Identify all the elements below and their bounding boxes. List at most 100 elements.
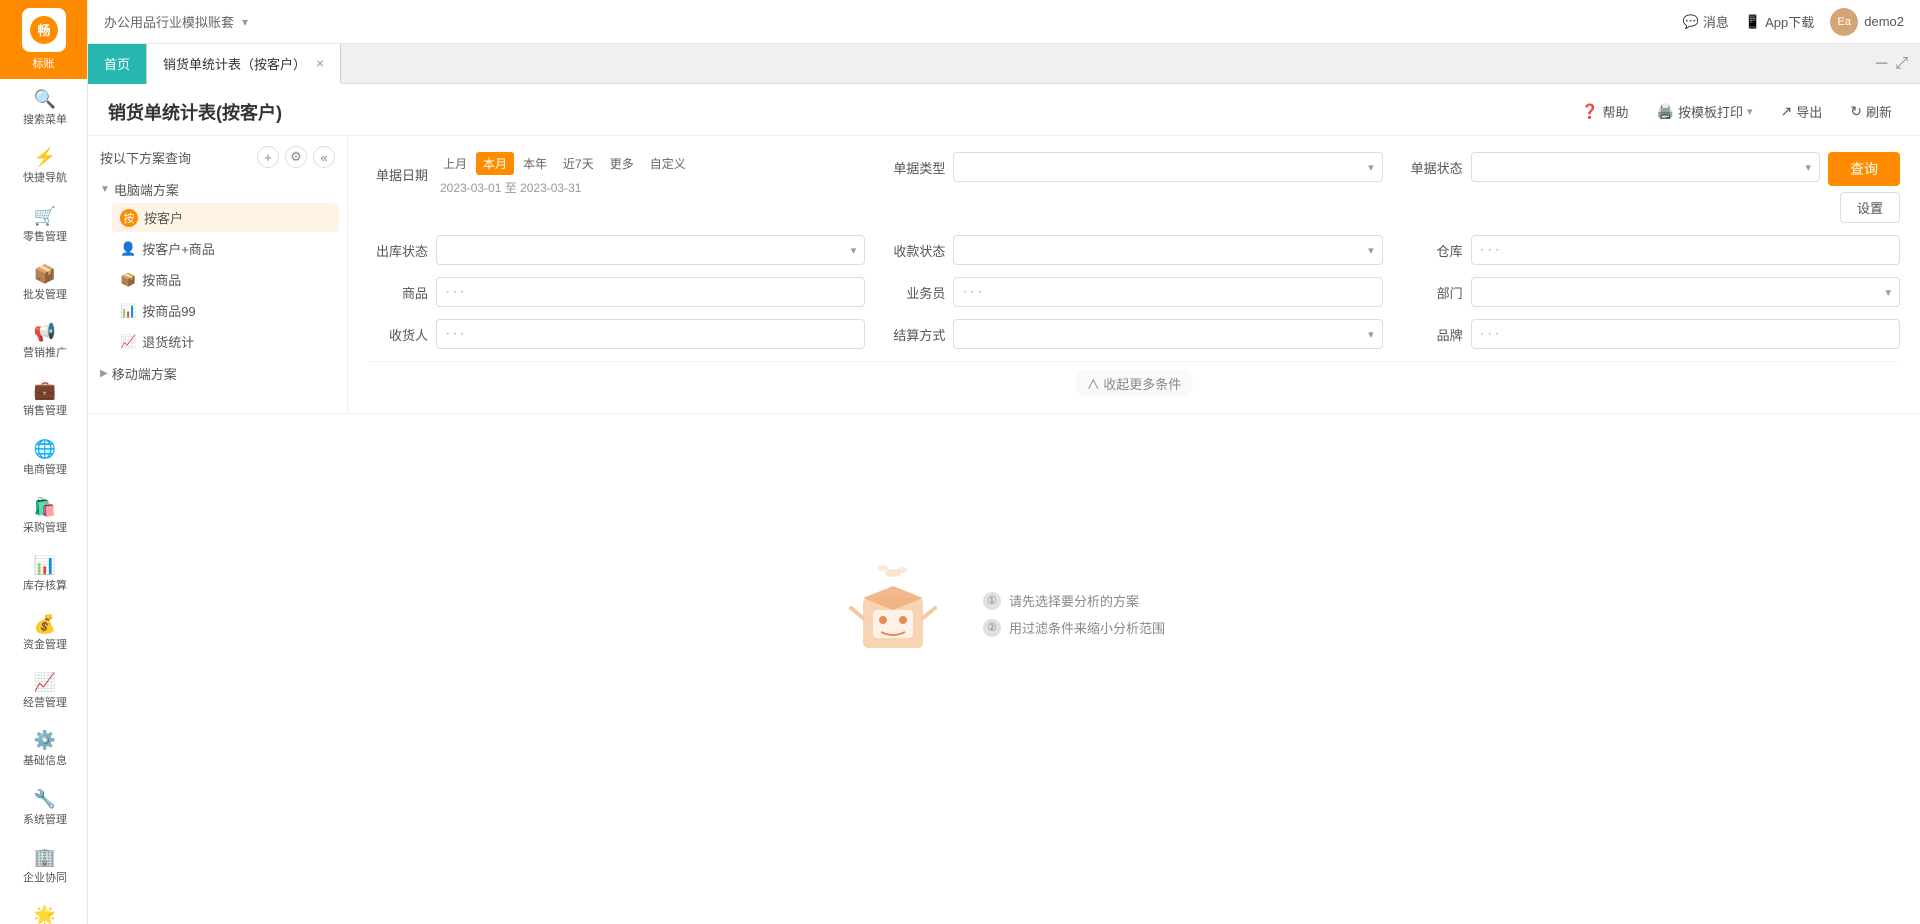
purchase-icon: 🛍️ (34, 497, 56, 518)
sidebar-item-label: 经营管理 (23, 696, 67, 710)
scheme-item-label: 按商品 (142, 270, 181, 289)
filter-control-salesperson[interactable]: ··· (953, 277, 1382, 307)
user-area[interactable]: Ea demo2 (1830, 8, 1904, 36)
message-button[interactable]: 💬 消息 (1683, 12, 1729, 31)
sidebar-item-label: 营销推广 (23, 346, 67, 360)
filter-control-receiver[interactable]: ··· (436, 319, 865, 349)
scheme-add-button[interactable]: + (257, 146, 279, 168)
sidebar-navigation: 🔍 搜索菜单 ⚡ 快捷导航 🛒 零售管理 📦 批发管理 📢 营销推广 💼 销售管… (0, 79, 87, 924)
scheme-item-customer[interactable]: 按 按客户 (112, 203, 339, 232)
sidebar-item-quicknav[interactable]: ⚡ 快捷导航 (0, 137, 87, 195)
scheme-item-label: 按客户 (144, 208, 183, 227)
sidebar-item-marketing[interactable]: 📢 营销推广 (0, 312, 87, 370)
filter-field-receiver: 收货人 ··· (368, 319, 865, 349)
retail-icon: 🛒 (34, 206, 56, 227)
filter-control-receive-status[interactable]: ▾ (953, 235, 1382, 265)
filter-label-goods: 商品 (368, 283, 428, 302)
page-actions: ❓ 帮助 🖨️ 按模板打印 ▾ ↗ 导出 ↻ 刷新 (1573, 98, 1900, 125)
tab-maximize-icon[interactable]: ⤢ (1895, 55, 1908, 73)
scheme-settings-button[interactable]: ⚙ (285, 146, 307, 168)
receive-status-chevron: ▾ (1368, 244, 1374, 257)
filter-control-doc-status[interactable]: ▾ (1471, 152, 1820, 182)
sidebar-item-enterprise[interactable]: 🏢 企业协同 (0, 837, 87, 895)
main-wrapper: 办公用品行业模拟账套 ▾ 💬 消息 📱 App下载 Ea demo2 首页 (88, 0, 1920, 924)
collapse-button[interactable]: ∧ 收起更多条件 (1075, 370, 1194, 397)
help-button[interactable]: ❓ 帮助 (1573, 98, 1636, 125)
sidebar-item-label: 快捷导航 (23, 171, 67, 185)
filter-control-settlement[interactable]: ▾ (953, 319, 1382, 349)
scheme-collapse-button[interactable]: « (313, 146, 335, 168)
sidebar-item-label: 资金管理 (23, 638, 67, 652)
date-tab-this-year[interactable]: 本年 (516, 152, 554, 175)
sidebar-item-inventory[interactable]: 📊 库存核算 (0, 545, 87, 603)
filter-field-warehouse: 仓库 ··· (1403, 235, 1900, 265)
tab-close-icon[interactable]: × (316, 55, 324, 71)
print-dropdown-icon[interactable]: ▾ (1747, 105, 1753, 118)
filter-field-doc-status: 单据状态 ▾ (1403, 152, 1820, 182)
filter-label-receiver: 收货人 (368, 325, 428, 344)
app-download-button[interactable]: 📱 App下载 (1745, 12, 1814, 31)
content-area: ① 请先选择要分析的方案 ② 用过滤条件来缩小分析范围 (88, 414, 1920, 814)
tab-minimize-icon[interactable]: ─ (1876, 55, 1887, 73)
page-content: 销货单统计表(按客户) ❓ 帮助 🖨️ 按模板打印 ▾ ↗ 导出 ↻ 刷新 (88, 84, 1920, 924)
scheme-item-icon: 📦 (120, 272, 136, 288)
filter-panel: 单据日期 上月 本月 本年 近7天 更多 自定义 (348, 136, 1920, 413)
date-tab-custom[interactable]: 自定义 (643, 152, 693, 175)
filter-control-warehouse[interactable]: ··· (1471, 235, 1900, 265)
tab-home[interactable]: 首页 (88, 44, 147, 84)
sidebar-item-wholesale[interactable]: 📦 批发管理 (0, 254, 87, 312)
newbie-icon: 🌟 (34, 905, 56, 924)
sidebar-item-search[interactable]: 🔍 搜索菜单 (0, 79, 87, 137)
refresh-button[interactable]: ↻ 刷新 (1842, 98, 1900, 125)
logo-area[interactable]: 畅 标账 (0, 0, 87, 79)
topbar: 办公用品行业模拟账套 ▾ 💬 消息 📱 App下载 Ea demo2 (88, 0, 1920, 44)
filter-label-department: 部门 (1403, 283, 1463, 302)
date-tab-7days[interactable]: 近7天 (556, 152, 601, 175)
sidebar-item-sales[interactable]: 💼 销售管理 (0, 370, 87, 428)
scheme-group-header-desktop[interactable]: ▼ 电脑端方案 (96, 176, 339, 203)
message-label: 消息 (1703, 12, 1729, 31)
date-tab-this-month[interactable]: 本月 (476, 152, 514, 175)
sidebar-item-purchase[interactable]: 🛍️ 采购管理 (0, 487, 87, 545)
sidebar: 畅 标账 🔍 搜索菜单 ⚡ 快捷导航 🛒 零售管理 📦 批发管理 📢 营销推广 … (0, 0, 88, 924)
date-tabs: 上月 本月 本年 近7天 更多 自定义 (436, 152, 693, 175)
scheme-item-returns[interactable]: 📈 退货统计 (112, 327, 339, 356)
receiver-dots: ··· (445, 325, 467, 343)
filter-label-doc-status: 单据状态 (1403, 158, 1463, 177)
sidebar-item-basic[interactable]: ⚙️ 基础信息 (0, 720, 87, 778)
print-button[interactable]: 🖨️ 按模板打印 ▾ (1649, 98, 1761, 125)
date-tab-last-month[interactable]: 上月 (436, 152, 474, 175)
sidebar-item-ecommerce[interactable]: 🌐 电商管理 (0, 429, 87, 487)
sidebar-item-newbie[interactable]: 🌟 新手引导 (0, 895, 87, 924)
system-icon: 🔧 (34, 789, 56, 810)
topbar-dropdown-icon[interactable]: ▾ (242, 15, 248, 29)
sidebar-item-finance[interactable]: 💰 资金管理 (0, 604, 87, 662)
query-button[interactable]: 查询 (1828, 152, 1900, 186)
filter-control-doc-type[interactable]: ▾ (953, 152, 1382, 182)
sidebar-item-label: 基础信息 (23, 754, 67, 768)
export-button[interactable]: ↗ 导出 (1773, 98, 1831, 125)
setting-button[interactable]: 设置 (1840, 192, 1900, 223)
ecommerce-icon: 🌐 (34, 439, 56, 460)
sidebar-item-system[interactable]: 🔧 系统管理 (0, 779, 87, 837)
sales-stats-tab-label: 销货单统计表（按客户） (163, 54, 306, 73)
scheme-item-icon: 📈 (120, 334, 136, 350)
scheme-item-goods99[interactable]: 📊 按商品99 (112, 296, 339, 325)
filter-control-department[interactable]: ▾ (1471, 277, 1900, 307)
user-name: demo2 (1864, 14, 1904, 29)
sidebar-item-label: 销售管理 (23, 404, 67, 418)
scheme-item-goods[interactable]: 📦 按商品 (112, 265, 339, 294)
date-tab-more[interactable]: 更多 (603, 152, 641, 175)
app-download-icon: 📱 (1745, 14, 1761, 30)
scheme-group-header-mobile[interactable]: ▶ 移动端方案 (96, 360, 339, 387)
tab-sales-stats[interactable]: 销货单统计表（按客户） × (147, 44, 341, 84)
filter-control-brand[interactable]: ··· (1471, 319, 1900, 349)
filter-control-out-status[interactable]: ▾ (436, 235, 865, 265)
filter-label-brand: 品牌 (1403, 325, 1463, 344)
filter-control-goods[interactable]: ··· (436, 277, 865, 307)
sidebar-item-operation[interactable]: 📈 经营管理 (0, 662, 87, 720)
sidebar-item-retail[interactable]: 🛒 零售管理 (0, 196, 87, 254)
filter-field-goods: 商品 ··· (368, 277, 865, 307)
scheme-item-customer-goods[interactable]: 👤 按客户+商品 (112, 234, 339, 263)
empty-tip-2: ② 用过滤条件来缩小分析范围 (983, 618, 1165, 637)
